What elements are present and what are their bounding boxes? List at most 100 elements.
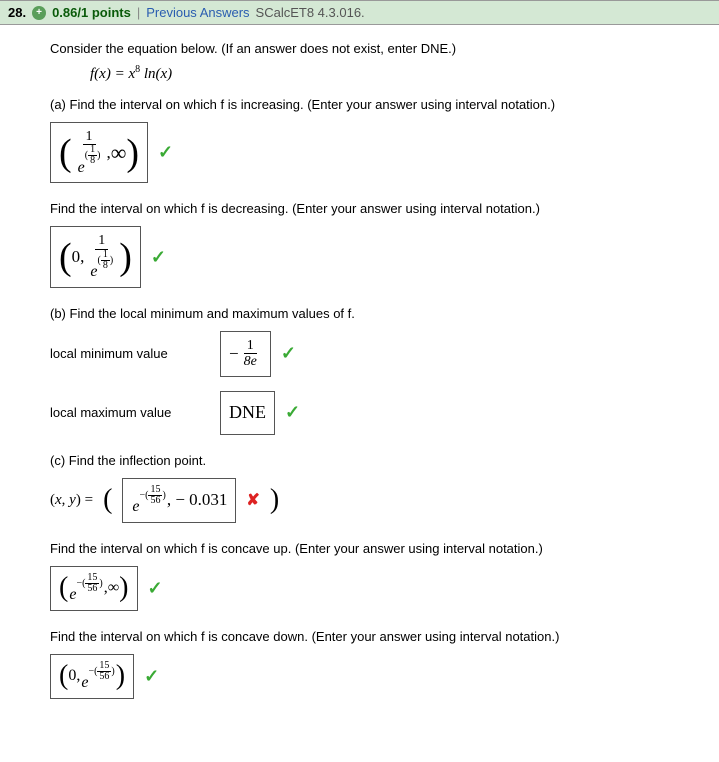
- func-rhs: ln(x): [140, 66, 172, 82]
- e-base: e: [78, 159, 85, 177]
- fraction: 1 8e: [241, 338, 260, 370]
- small-frac: 1556: [97, 661, 111, 682]
- sfrac-num: 15: [97, 661, 111, 672]
- part-c-ans2-box[interactable]: ( e −(1556) ,∞ ): [50, 566, 138, 611]
- part-b-min-box[interactable]: − 1 8e: [220, 331, 271, 377]
- part-c-ans2-row: ( e −(1556) ,∞ ) ✓: [50, 566, 689, 611]
- close-paren: ): [116, 663, 125, 688]
- fraction: 1 e (18): [74, 129, 105, 176]
- check-icon: ✓: [281, 343, 296, 364]
- part-c-ans3-box[interactable]: ( 0, e −(1556) ): [50, 654, 134, 699]
- question-header: 28. + 0.86/1 points | Previous Answers S…: [0, 0, 719, 25]
- zero: 0,: [72, 247, 85, 267]
- sfrac-num: 15: [85, 573, 99, 584]
- e-power: e (18): [90, 250, 113, 281]
- cross-icon: ✘: [246, 490, 259, 510]
- previous-answers-link[interactable]: Previous Answers: [146, 5, 249, 20]
- fraction: 1 e (18): [86, 233, 117, 280]
- book-reference: SCalcET8 4.3.016.: [256, 5, 365, 20]
- check-icon: ✓: [148, 578, 163, 599]
- local-min-label: local minimum value: [50, 346, 210, 361]
- check-icon: ✓: [158, 142, 173, 163]
- check-icon: ✓: [144, 666, 159, 687]
- exp-group: (18): [85, 145, 101, 166]
- exp-group: (18): [98, 250, 114, 271]
- e-power: e (18): [78, 145, 101, 176]
- exp-group: −(1556): [76, 573, 102, 594]
- open-paren: (: [103, 487, 112, 512]
- part-a-q1: (a) Find the interval on which f is incr…: [50, 97, 689, 112]
- open-paren: (: [59, 240, 72, 274]
- points-label: 0.86/1 points: [52, 5, 131, 20]
- sfrac-den: 56: [148, 496, 162, 506]
- e-power: e −(1556): [132, 485, 165, 516]
- x-var: x: [55, 492, 62, 508]
- zero: 0,: [68, 667, 80, 685]
- part-a-ans1-row: ( 1 e (18) , ∞ ) ✓: [50, 122, 689, 183]
- part-b-max-row: local maximum value DNE ✓: [50, 391, 689, 435]
- e-base: e: [90, 263, 97, 281]
- sfrac-den: 56: [85, 584, 99, 594]
- e-base: e: [81, 674, 88, 692]
- small-frac: 18: [101, 250, 110, 271]
- neg-sign: −: [229, 344, 239, 364]
- question-content: Consider the equation below. (If an answ…: [0, 25, 719, 719]
- comma-value: , − 0.031: [167, 490, 228, 510]
- e-power: e −(1556): [81, 661, 114, 692]
- separator: |: [137, 5, 140, 20]
- function-definition: f(x) = x8 ln(x): [90, 64, 689, 83]
- frac-num: 1: [83, 129, 96, 145]
- frac-den: 8e: [241, 354, 260, 369]
- sfrac-den: 8: [88, 156, 97, 166]
- part-a-q2: Find the interval on which f is decreasi…: [50, 201, 689, 216]
- frac-num: 1: [244, 338, 257, 354]
- xy-label: (x, y) =: [50, 492, 93, 509]
- part-c-ans-row: (x, y) = ( e −(1556) , − 0.031 ✘ ): [50, 478, 689, 523]
- exp-group: −(1556): [88, 661, 114, 682]
- main-prompt: Consider the equation below. (If an answ…: [50, 41, 689, 56]
- close-paren: ): [270, 487, 279, 512]
- part-a-q1-text: (a) Find the interval on which f is incr…: [50, 97, 555, 112]
- part-c-q3: Find the interval on which f is concave …: [50, 629, 689, 644]
- part-c-ans-box[interactable]: e −(1556) , − 0.031: [122, 478, 236, 523]
- part-b-min-row: local minimum value − 1 8e ✓: [50, 331, 689, 377]
- check-icon: ✓: [151, 247, 166, 268]
- part-a-ans1-box[interactable]: ( 1 e (18) , ∞ ): [50, 122, 148, 183]
- open-paren: (: [59, 575, 68, 600]
- part-b-q: (b) Find the local minimum and maximum v…: [50, 306, 689, 321]
- part-c-q2: Find the interval on which f is concave …: [50, 541, 689, 556]
- part-c-q: (c) Find the inflection point.: [50, 453, 689, 468]
- plus-icon[interactable]: +: [32, 6, 46, 20]
- part-b-max-box[interactable]: DNE: [220, 391, 275, 435]
- e-power: e −(1556): [69, 573, 102, 604]
- close-paren: ): [126, 136, 139, 170]
- open-paren: (: [59, 136, 72, 170]
- y-var: y: [69, 492, 76, 508]
- open-paren: (: [59, 663, 68, 688]
- frac-den: e (18): [86, 250, 117, 281]
- neg-sign: −: [76, 578, 82, 589]
- part-a-ans2-row: ( 0, 1 e (18) ) ✓: [50, 226, 689, 287]
- small-frac: 18: [88, 145, 97, 166]
- sfrac-den: 8: [101, 261, 110, 271]
- part-a-ans2-box[interactable]: ( 0, 1 e (18) ): [50, 226, 141, 287]
- sfrac-num: 15: [148, 485, 162, 496]
- close-paren: ): [119, 240, 132, 274]
- sfrac-den: 56: [97, 672, 111, 682]
- comma-inf: ,∞: [104, 579, 119, 597]
- close-paren: ): [119, 575, 128, 600]
- frac-num: 1: [95, 233, 108, 249]
- neg-sign: −: [140, 490, 146, 501]
- neg-sign: −: [88, 666, 94, 677]
- func-lhs: f(x) = x: [90, 66, 135, 82]
- e-base: e: [132, 498, 139, 516]
- question-number: 28.: [8, 5, 26, 20]
- local-max-label: local maximum value: [50, 405, 210, 420]
- frac-den: e (18): [74, 145, 105, 176]
- small-frac: 1556: [85, 573, 99, 594]
- part-c-ans3-row: ( 0, e −(1556) ) ✓: [50, 654, 689, 699]
- check-icon: ✓: [285, 402, 300, 423]
- e-base: e: [69, 586, 76, 604]
- small-frac: 1556: [148, 485, 162, 506]
- exp-group: −(1556): [140, 485, 166, 506]
